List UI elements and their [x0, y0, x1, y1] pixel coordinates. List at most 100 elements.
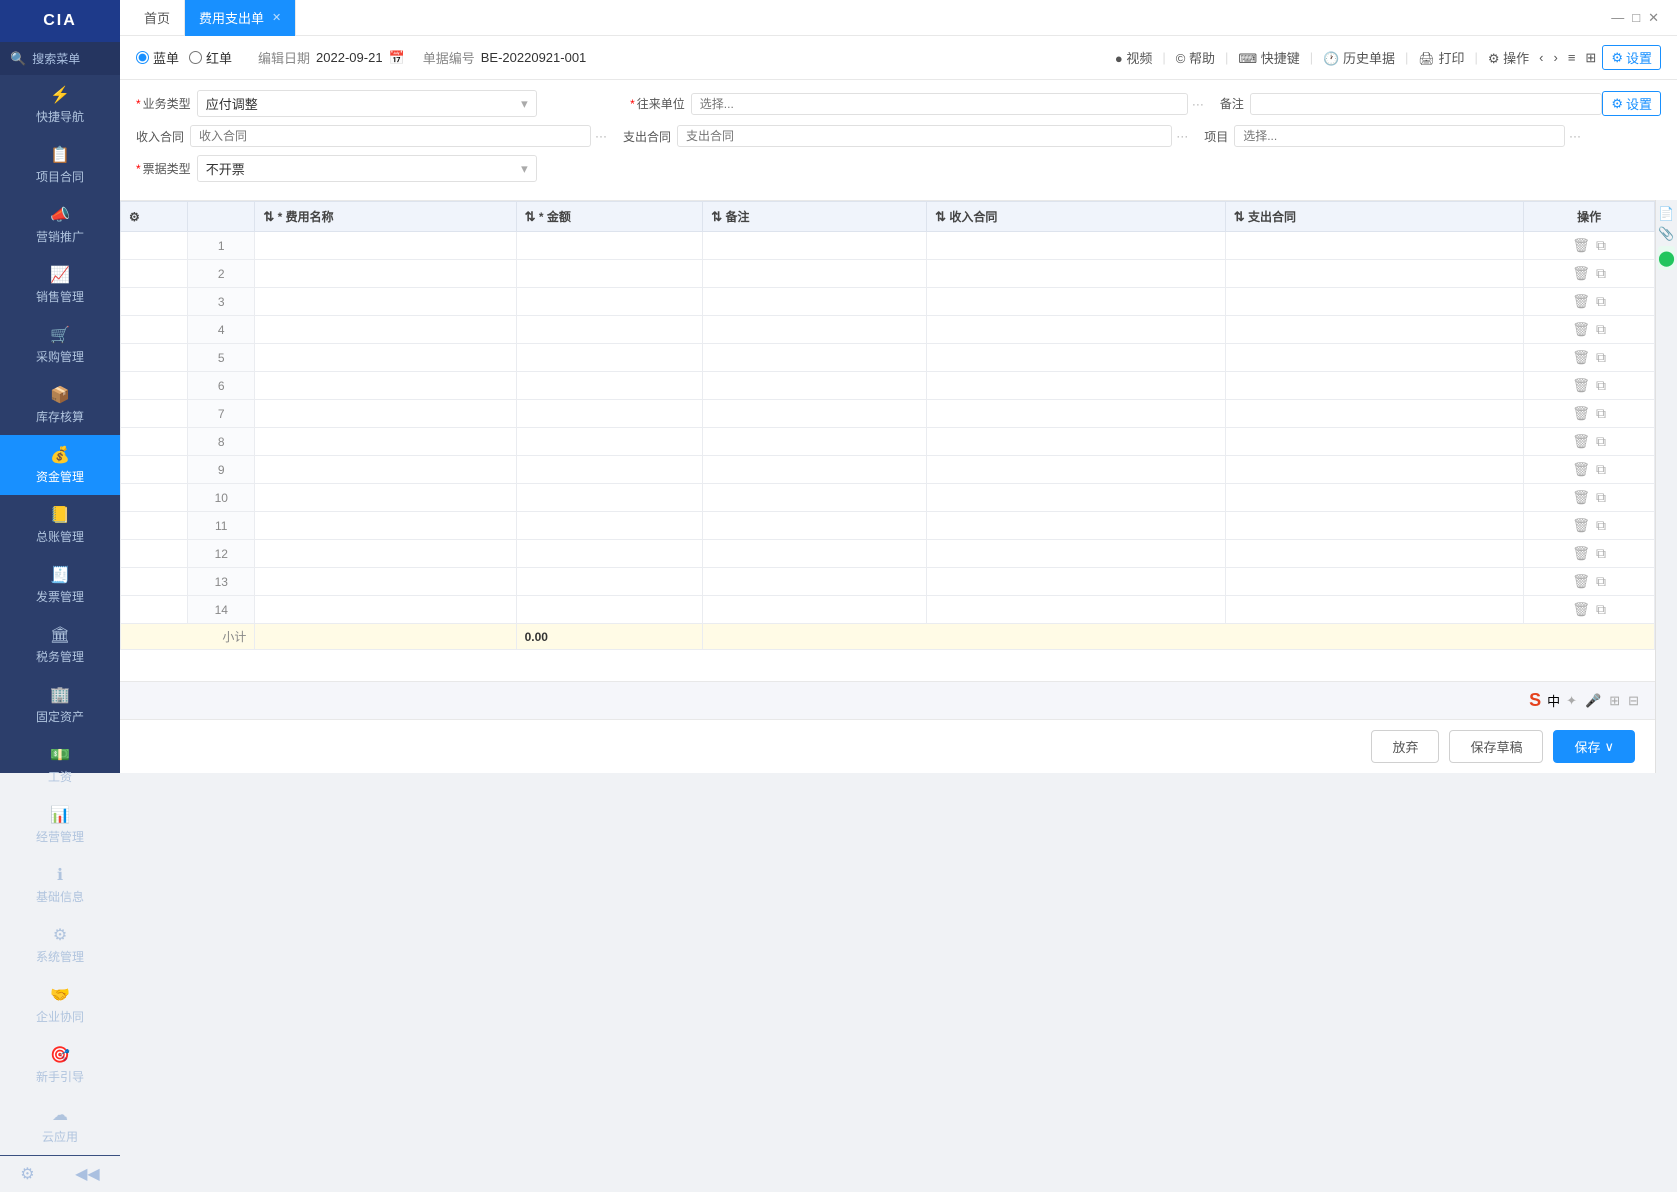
- sidebar-item-operations[interactable]: 📊经营管理: [0, 795, 120, 855]
- cell-name-6[interactable]: [255, 372, 516, 400]
- delete-icon-14[interactable]: 🗑: [1572, 601, 1590, 618]
- sidebar-item-invoice[interactable]: 🧾发票管理: [0, 555, 120, 615]
- cell-income-1[interactable]: [927, 232, 1226, 260]
- expense-contract-input[interactable]: [677, 125, 1172, 147]
- sidebar-item-system[interactable]: ⚙系统管理: [0, 915, 120, 975]
- footer-icon-4[interactable]: ⊟: [1628, 693, 1639, 709]
- history-btn[interactable]: 🕐 历史单据: [1323, 48, 1395, 67]
- cell-name-1[interactable]: [255, 232, 516, 260]
- col-expense-contract[interactable]: ⇅ 支出合同: [1225, 202, 1524, 232]
- cell-name-11[interactable]: [255, 512, 516, 540]
- cell-income-2[interactable]: [927, 260, 1226, 288]
- delete-icon-10[interactable]: 🗑: [1572, 489, 1590, 506]
- tab-home[interactable]: 首页: [130, 0, 185, 36]
- footer-icon-2[interactable]: 🎤: [1585, 693, 1601, 709]
- cell-amount-5[interactable]: [516, 344, 703, 372]
- view-list-btn[interactable]: ≡: [1568, 50, 1576, 65]
- delete-icon-5[interactable]: 🗑: [1572, 349, 1590, 366]
- cell-name-14[interactable]: [255, 596, 516, 624]
- save-draft-button[interactable]: 保存草稿: [1449, 730, 1543, 763]
- cell-remark-10[interactable]: [703, 484, 927, 512]
- delete-icon-12[interactable]: 🗑: [1572, 545, 1590, 562]
- sidebar-item-new-guide[interactable]: 🎯新手引导: [0, 1035, 120, 1095]
- cell-income-14[interactable]: [927, 596, 1226, 624]
- cell-amount-6[interactable]: [516, 372, 703, 400]
- tab-expense-close[interactable]: ✕: [272, 11, 281, 24]
- cell-remark-6[interactable]: [703, 372, 927, 400]
- cell-income-10[interactable]: [927, 484, 1226, 512]
- copy-icon-14[interactable]: ⧉: [1596, 601, 1606, 618]
- copy-icon-12[interactable]: ⧉: [1596, 545, 1606, 562]
- cell-income-7[interactable]: [927, 400, 1226, 428]
- cell-remark-9[interactable]: [703, 456, 927, 484]
- print-btn[interactable]: 🖨 打印: [1418, 48, 1464, 67]
- invoice-type-select[interactable]: 不开票 ▾: [197, 155, 537, 182]
- cell-amount-4[interactable]: [516, 316, 703, 344]
- settings-icon[interactable]: ⚙: [20, 1164, 34, 1184]
- cell-name-13[interactable]: [255, 568, 516, 596]
- video-btn[interactable]: ● 视频: [1115, 48, 1152, 67]
- cell-expense-6[interactable]: [1225, 372, 1524, 400]
- minimize-icon[interactable]: —: [1611, 10, 1624, 25]
- delete-icon-1[interactable]: 🗑: [1572, 237, 1590, 254]
- cell-remark-12[interactable]: [703, 540, 927, 568]
- cell-remark-2[interactable]: [703, 260, 927, 288]
- cell-expense-14[interactable]: [1225, 596, 1524, 624]
- cell-remark-8[interactable]: [703, 428, 927, 456]
- cell-remark-3[interactable]: [703, 288, 927, 316]
- tab-expense[interactable]: 费用支出单 ✕: [185, 0, 296, 36]
- cell-income-9[interactable]: [927, 456, 1226, 484]
- cell-remark-5[interactable]: [703, 344, 927, 372]
- sidebar-item-accounting[interactable]: 📒总账管理: [0, 495, 120, 555]
- copy-icon-10[interactable]: ⧉: [1596, 489, 1606, 506]
- cell-name-7[interactable]: [255, 400, 516, 428]
- delete-icon-4[interactable]: 🗑: [1572, 321, 1590, 338]
- cell-income-12[interactable]: [927, 540, 1226, 568]
- cell-name-3[interactable]: [255, 288, 516, 316]
- cell-remark-1[interactable]: [703, 232, 927, 260]
- cell-amount-12[interactable]: [516, 540, 703, 568]
- col-setting[interactable]: ⚙: [121, 202, 188, 232]
- copy-icon-11[interactable]: ⧉: [1596, 517, 1606, 534]
- sidebar-item-assets[interactable]: 🏢固定资产: [0, 675, 120, 735]
- cell-name-9[interactable]: [255, 456, 516, 484]
- cell-amount-7[interactable]: [516, 400, 703, 428]
- cell-income-11[interactable]: [927, 512, 1226, 540]
- shortcuts-btn[interactable]: ⌨ 快捷键: [1238, 48, 1299, 67]
- cell-amount-2[interactable]: [516, 260, 703, 288]
- cell-name-4[interactable]: [255, 316, 516, 344]
- cell-name-2[interactable]: [255, 260, 516, 288]
- sidebar-search[interactable]: 🔍 搜索菜单: [0, 42, 120, 75]
- more-btn[interactable]: ⚙ 操作: [1488, 48, 1529, 67]
- cell-expense-7[interactable]: [1225, 400, 1524, 428]
- cell-expense-4[interactable]: [1225, 316, 1524, 344]
- calendar-icon[interactable]: 📅: [389, 50, 405, 66]
- cell-expense-5[interactable]: [1225, 344, 1524, 372]
- cell-remark-13[interactable]: [703, 568, 927, 596]
- sidebar-item-enterprise[interactable]: 🤝企业协同: [0, 975, 120, 1035]
- col-income-contract[interactable]: ⇅ 收入合同: [927, 202, 1226, 232]
- sidebar-item-payroll[interactable]: 💵工资: [0, 735, 120, 795]
- help-btn[interactable]: © 帮助: [1176, 48, 1215, 67]
- cell-income-5[interactable]: [927, 344, 1226, 372]
- income-dots[interactable]: ···: [595, 129, 607, 143]
- business-type-select[interactable]: 应付调整 ▾: [197, 90, 537, 117]
- cell-remark-11[interactable]: [703, 512, 927, 540]
- sidebar-item-quick-nav[interactable]: ⚡快捷导航: [0, 75, 120, 135]
- copy-icon-4[interactable]: ⧉: [1596, 321, 1606, 338]
- income-contract-input[interactable]: [190, 125, 591, 147]
- copy-icon-2[interactable]: ⧉: [1596, 265, 1606, 282]
- radio-blue[interactable]: 蓝单: [136, 48, 179, 67]
- cell-expense-2[interactable]: [1225, 260, 1524, 288]
- footer-icon-1[interactable]: ✦: [1566, 693, 1577, 709]
- cell-remark-4[interactable]: [703, 316, 927, 344]
- setting-btn[interactable]: ⚙ 设置: [1602, 45, 1661, 70]
- cell-remark-14[interactable]: [703, 596, 927, 624]
- col-amount[interactable]: ⇅ * 金额: [516, 202, 703, 232]
- nav-next[interactable]: ›: [1553, 50, 1557, 65]
- cell-name-8[interactable]: [255, 428, 516, 456]
- sidebar-item-sales[interactable]: 📈销售管理: [0, 255, 120, 315]
- delete-icon-3[interactable]: 🗑: [1572, 293, 1590, 310]
- cell-expense-8[interactable]: [1225, 428, 1524, 456]
- cell-amount-9[interactable]: [516, 456, 703, 484]
